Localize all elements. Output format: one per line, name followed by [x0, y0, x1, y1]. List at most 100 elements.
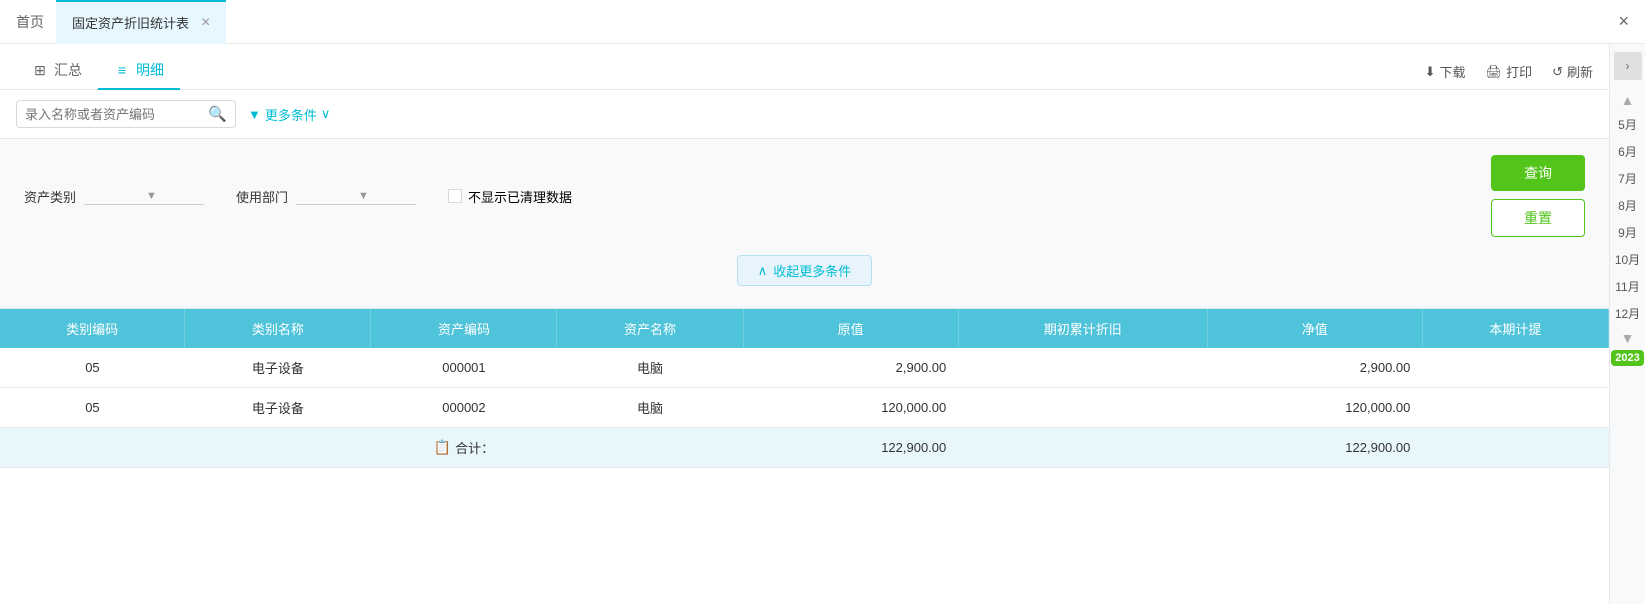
cell-category-code-1: 05 [0, 348, 185, 388]
tab-label: 固定资产折旧统计表 [72, 13, 189, 32]
col-accumulated-depreciation: 期初累计折旧 [958, 309, 1207, 348]
tab-summary[interactable]: ⊞ 汇总 [16, 52, 98, 90]
cell-asset-name-2: 电脑 [557, 388, 743, 428]
btn-area: 查询 重置 [1491, 155, 1585, 237]
cell-current-dep-1 [1422, 348, 1608, 388]
cell-category-name-2: 电子设备 [185, 388, 371, 428]
tab-detail-label: 明细 [136, 60, 164, 80]
total-current-dep [1422, 428, 1608, 468]
cell-net-value-2: 120,000.00 [1207, 388, 1422, 428]
search-input[interactable] [25, 107, 202, 122]
collapse-button[interactable]: ∧ 收起更多条件 [737, 255, 873, 286]
cell-asset-code-1: 000001 [371, 348, 557, 388]
scroll-up-button[interactable]: ▲ [1614, 90, 1642, 110]
refresh-icon: ↺ [1552, 64, 1563, 80]
more-filter-button[interactable]: ▼ 更多条件 ∨ [248, 105, 330, 124]
asset-category-arrow-icon: ▼ [146, 190, 200, 202]
hide-cleaned-checkbox-wrap[interactable]: 不显示已清理数据 [448, 187, 572, 206]
month-12[interactable]: 12月 [1612, 301, 1644, 326]
month-9[interactable]: 9月 [1612, 220, 1644, 245]
collapse-icon: ∧ [758, 263, 768, 279]
reset-button[interactable]: 重置 [1491, 199, 1585, 237]
table-row: 05 电子设备 000001 电脑 2,900.00 2,900.00 [0, 348, 1609, 388]
total-original-value: 122,900.00 [743, 428, 958, 468]
filter-row-1: 资产类别 ▼ 使用部门 ▼ 不显示已清理数据 [24, 155, 1585, 237]
usage-dept-arrow-icon: ▼ [358, 190, 412, 202]
refresh-button[interactable]: ↺ 刷新 [1552, 62, 1593, 81]
year-badge: 2023 [1611, 350, 1643, 366]
usage-dept-filter: 使用部门 ▼ [236, 187, 416, 206]
total-icon-cell [0, 428, 185, 468]
filter-area: 资产类别 ▼ 使用部门 ▼ 不显示已清理数据 [0, 139, 1609, 309]
tab-detail[interactable]: ≡ 明细 [98, 52, 180, 90]
query-button[interactable]: 查询 [1491, 155, 1585, 191]
filter-icon: ▼ [248, 107, 261, 122]
asset-category-label: 资产类别 [24, 187, 76, 206]
cell-original-value-1: 2,900.00 [743, 348, 958, 388]
usage-dept-label: 使用部门 [236, 187, 288, 206]
download-label: 下载 [1440, 62, 1466, 81]
cell-category-code-2: 05 [0, 388, 185, 428]
collapse-row: ∧ 收起更多条件 [24, 249, 1585, 292]
asset-category-filter: 资产类别 ▼ [24, 187, 204, 206]
total-icon: 📋 [434, 439, 451, 456]
print-button[interactable]: 🖨 打印 [1486, 62, 1533, 81]
table-row: 05 电子设备 000002 电脑 120,000.00 120,000.00 [0, 388, 1609, 428]
table-body: 05 电子设备 000001 电脑 2,900.00 2,900.00 05 电… [0, 348, 1609, 468]
more-filter-label: 更多条件 [265, 105, 317, 124]
window-close-button[interactable]: × [1618, 11, 1629, 32]
hide-cleaned-checkbox[interactable] [448, 189, 462, 203]
cell-current-dep-2 [1422, 388, 1608, 428]
table-wrap: 类别编码 类别名称 资产编码 资产名称 原值 期初累计折旧 净值 本期计提 05… [0, 309, 1609, 604]
tab-close-button[interactable]: × [201, 15, 210, 31]
toolbar-right: ⬇ 下载 🖨 打印 ↺ 刷新 [1425, 62, 1593, 89]
cell-accumulated-2 [958, 388, 1207, 428]
refresh-label: 刷新 [1567, 62, 1593, 81]
left-panel: ⊞ 汇总 ≡ 明细 ⬇ 下载 🖨 打印 ↺ 刷新 [0, 44, 1609, 604]
col-category-name: 类别名称 [185, 309, 371, 348]
print-icon: 🖨 [1486, 64, 1503, 80]
collapse-label: 收起更多条件 [773, 261, 851, 280]
month-10[interactable]: 10月 [1612, 247, 1644, 272]
chevron-down-icon: ∨ [321, 106, 331, 122]
asset-category-select[interactable]: ▼ [84, 188, 204, 205]
col-asset-code: 资产编码 [371, 309, 557, 348]
hide-cleaned-label: 不显示已清理数据 [468, 187, 572, 206]
total-label-cell: 📋 合计： [185, 428, 743, 468]
table-header: 类别编码 类别名称 资产编码 资产名称 原值 期初累计折旧 净值 本期计提 [0, 309, 1609, 348]
sidebar-expand-button[interactable]: › [1614, 52, 1642, 80]
home-link[interactable]: 首页 [16, 12, 56, 32]
total-net-value: 122,900.00 [1207, 428, 1422, 468]
search-bar: 🔍 ▼ 更多条件 ∨ [0, 90, 1609, 139]
tab-summary-label: 汇总 [54, 60, 82, 80]
month-11[interactable]: 11月 [1612, 274, 1644, 299]
summary-icon: ⊞ [32, 62, 48, 78]
total-label-text: 合计： [455, 438, 494, 457]
month-8[interactable]: 8月 [1612, 193, 1644, 218]
total-accumulated [958, 428, 1207, 468]
usage-dept-select[interactable]: ▼ [296, 188, 416, 205]
month-7[interactable]: 7月 [1612, 166, 1644, 191]
search-input-wrap[interactable]: 🔍 [16, 100, 236, 128]
cell-asset-code-2: 000002 [371, 388, 557, 428]
download-icon: ⬇ [1425, 64, 1436, 80]
print-label: 打印 [1506, 62, 1532, 81]
scroll-down-button[interactable]: ▼ [1614, 328, 1642, 348]
search-icon[interactable]: 🔍 [208, 105, 227, 123]
total-row: 📋 合计： 122,900.00 122,900.00 [0, 428, 1609, 468]
top-nav: 首页 固定资产折旧统计表 × × [0, 0, 1645, 44]
col-original-value: 原值 [743, 309, 958, 348]
active-tab[interactable]: 固定资产折旧统计表 × [56, 0, 226, 44]
cell-original-value-2: 120,000.00 [743, 388, 958, 428]
main-content: ⊞ 汇总 ≡ 明细 ⬇ 下载 🖨 打印 ↺ 刷新 [0, 44, 1645, 604]
month-5[interactable]: 5月 [1612, 112, 1644, 137]
right-sidebar: › ▲ 5月 6月 7月 8月 9月 10月 11月 12月 ▼ 2023 [1609, 44, 1645, 604]
sub-tabs-bar: ⊞ 汇总 ≡ 明细 ⬇ 下载 🖨 打印 ↺ 刷新 [0, 44, 1609, 90]
col-asset-name: 资产名称 [557, 309, 743, 348]
download-button[interactable]: ⬇ 下载 [1425, 62, 1466, 81]
col-current-depreciation: 本期计提 [1422, 309, 1608, 348]
cell-accumulated-1 [958, 348, 1207, 388]
month-6[interactable]: 6月 [1612, 139, 1644, 164]
cell-category-name-1: 电子设备 [185, 348, 371, 388]
detail-icon: ≡ [114, 62, 130, 78]
